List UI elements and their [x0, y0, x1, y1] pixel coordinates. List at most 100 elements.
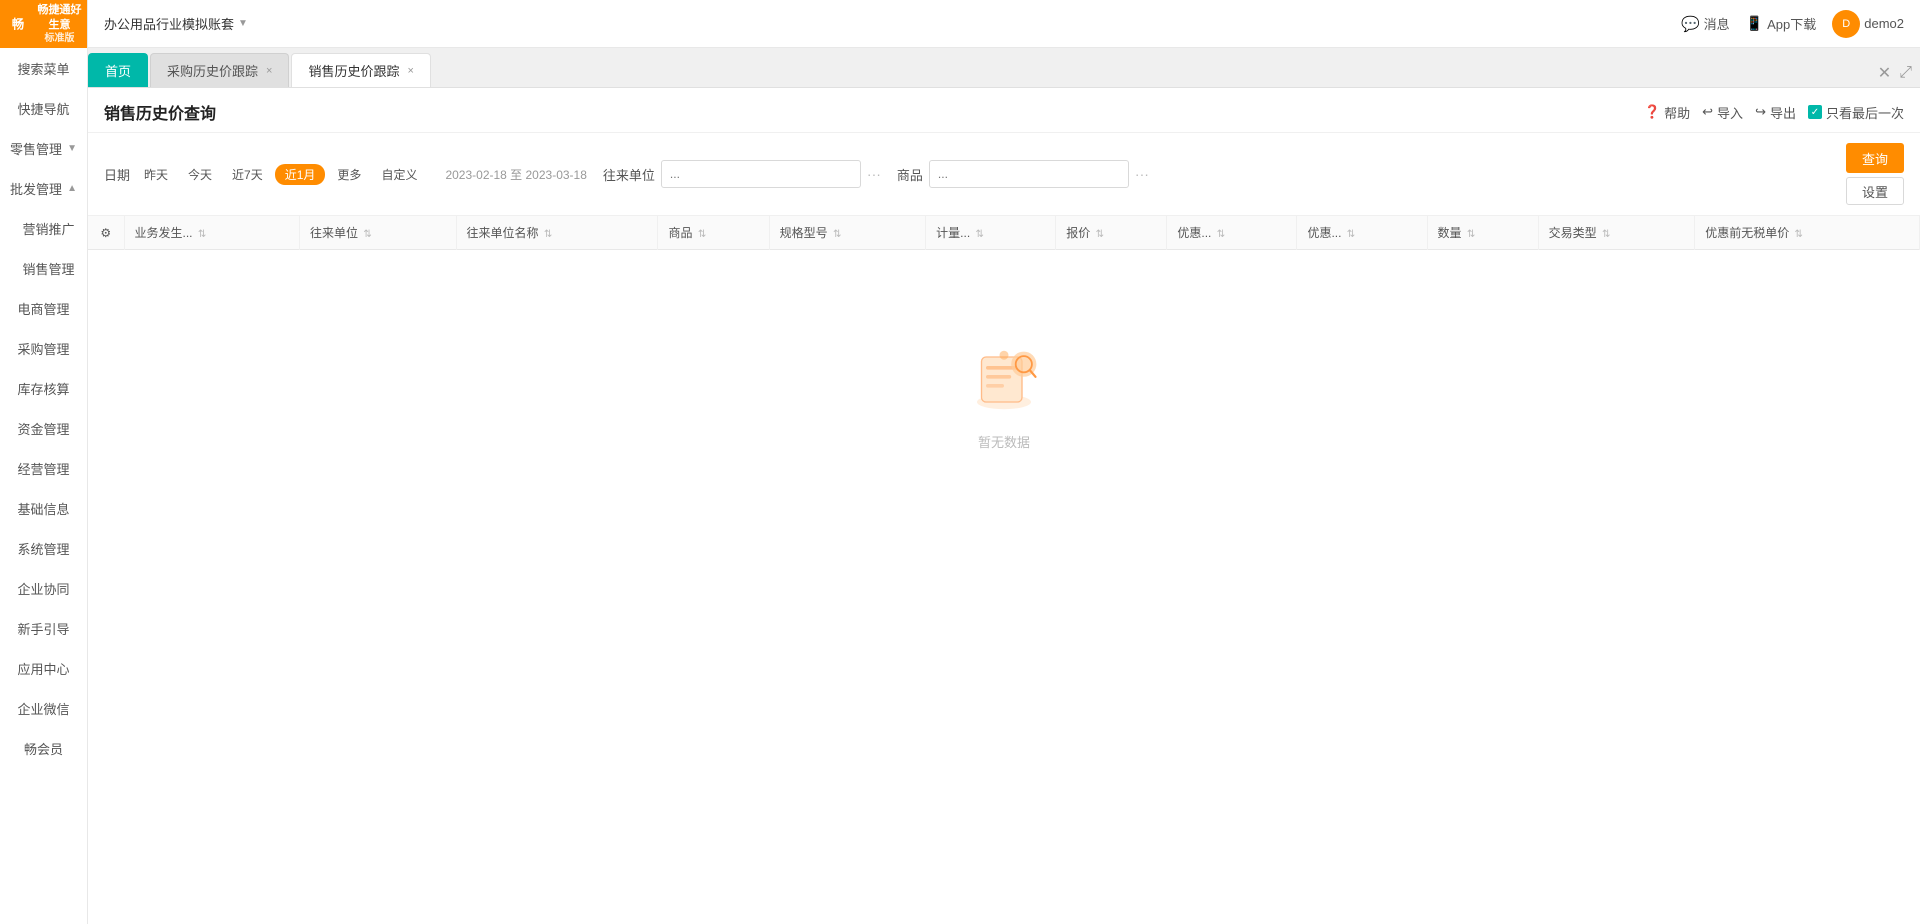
sidebar-item-quick-nav[interactable]: 快捷导航	[0, 88, 87, 128]
col-biz-date[interactable]: 业务发生... ⇅	[124, 216, 299, 250]
user-menu[interactable]: D demo2	[1832, 10, 1904, 38]
col-spec-label: 规格型号	[780, 226, 828, 240]
goods-filter-group: 商品 ···	[897, 160, 1149, 188]
sidebar-item-label: 采购管理	[17, 339, 69, 358]
date-btn-7days[interactable]: 近7天	[224, 164, 271, 185]
col-partner-code[interactable]: 往来单位 ⇅	[299, 216, 456, 250]
sidebar-item-label: 零售管理	[10, 139, 62, 158]
date-btn-more[interactable]: 更多	[329, 164, 369, 185]
col-settings[interactable]: ⚙	[88, 216, 124, 250]
tab-bar-right: ✕ ⤢	[1878, 63, 1920, 87]
sidebar-item-wholesale-mgmt[interactable]: 批发管理 ▲	[0, 168, 87, 208]
message-action[interactable]: 💬 消息	[1681, 14, 1730, 33]
col-biz-date-label: 业务发生...	[135, 226, 193, 240]
avatar: D	[1832, 10, 1860, 38]
date-label: 日期	[104, 165, 130, 184]
page-actions: ❓ 帮助 ↩ 导入 ↪ 导出 ✓ 只看最后一次	[1644, 103, 1904, 122]
sidebar-item-basic-info[interactable]: 基础信息	[0, 488, 87, 528]
only-last-checkbox[interactable]: ✓	[1808, 105, 1822, 119]
table-header-row: ⚙ 业务发生... ⇅ 往来单位 ⇅ 往来单位名称 ⇅	[88, 216, 1920, 250]
sidebar-item-wechat[interactable]: 企业微信	[0, 688, 87, 728]
date-range-text: 2023-02-18 至 2023-03-18	[445, 166, 586, 183]
top-bar: 办公用品行业模拟账套 ▼ 💬 消息 📱 App下载 D demo2	[88, 0, 1920, 48]
sidebar-item-purchase[interactable]: 采购管理	[0, 328, 87, 368]
close-tab-sales[interactable]: ×	[407, 65, 413, 77]
sort-icon: ⇅	[698, 229, 706, 240]
partner-label: 往来单位	[603, 165, 655, 184]
sidebar-item-sales-mgmt[interactable]: 销售管理	[0, 248, 87, 288]
tab-purchase[interactable]: 采购历史价跟踪 ×	[150, 53, 289, 87]
sidebar-item-label: 销售管理	[22, 259, 74, 278]
account-dropdown[interactable]: 办公用品行业模拟账套 ▼	[104, 14, 248, 33]
sidebar-item-enterprise[interactable]: 企业协同	[0, 568, 87, 608]
page-title: 销售历史价查询	[104, 100, 216, 124]
maximize-icon[interactable]: ⤢	[1899, 64, 1912, 82]
sidebar-item-ecommerce[interactable]: 电商管理	[0, 288, 87, 328]
settings-button[interactable]: 设置	[1846, 177, 1904, 205]
sidebar-item-retail-mgmt[interactable]: 零售管理 ▼	[0, 128, 87, 168]
only-last-action[interactable]: ✓ 只看最后一次	[1808, 103, 1904, 122]
close-tab-purchase[interactable]: ×	[266, 65, 272, 77]
date-btn-today[interactable]: 今天	[180, 164, 220, 185]
tab-home[interactable]: 首页	[88, 53, 148, 87]
date-btn-1month[interactable]: 近1月	[275, 164, 326, 185]
date-filter-group: 日期 昨天 今天 近7天 近1月 更多 自定义	[104, 164, 425, 185]
date-btn-custom[interactable]: 自定义	[373, 164, 425, 185]
col-goods[interactable]: 商品 ⇅	[658, 216, 769, 250]
sidebar-item-operation[interactable]: 经营管理	[0, 448, 87, 488]
sidebar-item-inventory[interactable]: 库存核算	[0, 368, 87, 408]
sidebar-item-guide[interactable]: 新手引导	[0, 608, 87, 648]
col-goods-label: 商品	[668, 226, 692, 240]
col-partner-name-label: 往来单位名称	[467, 226, 539, 240]
partner-input[interactable]	[661, 160, 861, 188]
col-discount2[interactable]: 优惠... ⇅	[1297, 216, 1427, 250]
sidebar-item-marketing[interactable]: 营销推广	[0, 208, 87, 248]
partner-dots-icon[interactable]: ···	[867, 166, 881, 182]
main-area: 办公用品行业模拟账套 ▼ 💬 消息 📱 App下载 D demo2 首页 采购历…	[88, 0, 1920, 924]
col-pre-tax[interactable]: 优惠前无税单价 ⇅	[1695, 216, 1920, 250]
col-deal-type-label: 交易类型	[1549, 226, 1597, 240]
sidebar-item-app-center[interactable]: 应用中心	[0, 648, 87, 688]
col-deal-type[interactable]: 交易类型 ⇅	[1538, 216, 1695, 250]
help-action[interactable]: ❓ 帮助	[1644, 103, 1690, 122]
tab-sales-label: 销售历史价跟踪	[308, 61, 399, 80]
col-discount1[interactable]: 优惠... ⇅	[1167, 216, 1297, 250]
sort-icon: ⇅	[544, 229, 552, 240]
sidebar-item-label: 库存核算	[17, 379, 69, 398]
col-partner-name[interactable]: 往来单位名称 ⇅	[456, 216, 658, 250]
import-icon: ↩	[1702, 104, 1713, 120]
sidebar-item-system[interactable]: 系统管理	[0, 528, 87, 568]
col-quote[interactable]: 报价 ⇅	[1056, 216, 1167, 250]
close-window-icon[interactable]: ✕	[1878, 63, 1891, 83]
import-label: 导入	[1717, 103, 1743, 122]
sidebar-item-label: 企业微信	[17, 699, 69, 718]
app-download-action[interactable]: 📱 App下载	[1746, 14, 1817, 33]
sort-icon: ⇅	[1347, 229, 1355, 240]
export-action[interactable]: ↪ 导出	[1755, 103, 1796, 122]
col-discount1-label: 优惠...	[1177, 226, 1211, 240]
sort-icon: ⇅	[1467, 229, 1475, 240]
settings-icon[interactable]: ⚙	[100, 226, 111, 240]
goods-dots-icon[interactable]: ···	[1135, 166, 1149, 182]
goods-input[interactable]	[929, 160, 1129, 188]
sidebar-item-member[interactable]: 畅会员	[0, 728, 87, 768]
logo-icon: 畅	[4, 10, 32, 38]
sidebar: 畅 畅捷通好生意 标准版 搜索菜单 快捷导航 零售管理 ▼ 批发管理 ▲ 营销推…	[0, 0, 88, 924]
query-button[interactable]: 查询	[1846, 143, 1904, 173]
table-container: ⚙ 业务发生... ⇅ 往来单位 ⇅ 往来单位名称 ⇅	[88, 216, 1920, 924]
tab-sales[interactable]: 销售历史价跟踪 ×	[291, 53, 430, 87]
help-label: 帮助	[1664, 103, 1690, 122]
import-action[interactable]: ↩ 导入	[1702, 103, 1743, 122]
date-btn-yesterday[interactable]: 昨天	[136, 164, 176, 185]
sidebar-item-finance[interactable]: 资金管理	[0, 408, 87, 448]
col-unit[interactable]: 计量... ⇅	[926, 216, 1056, 250]
sidebar-item-search-menu[interactable]: 搜索菜单	[0, 48, 87, 88]
col-partner-code-label: 往来单位	[310, 226, 358, 240]
filter-bar: 日期 昨天 今天 近7天 近1月 更多 自定义 2023-02-18 至 202…	[88, 133, 1920, 216]
col-spec[interactable]: 规格型号 ⇅	[769, 216, 926, 250]
only-last-label: 只看最后一次	[1826, 103, 1904, 122]
app-download-label: App下载	[1767, 14, 1816, 33]
sort-icon: ⇅	[1096, 229, 1104, 240]
sidebar-item-label: 快捷导航	[17, 99, 69, 118]
col-qty[interactable]: 数量 ⇅	[1427, 216, 1538, 250]
